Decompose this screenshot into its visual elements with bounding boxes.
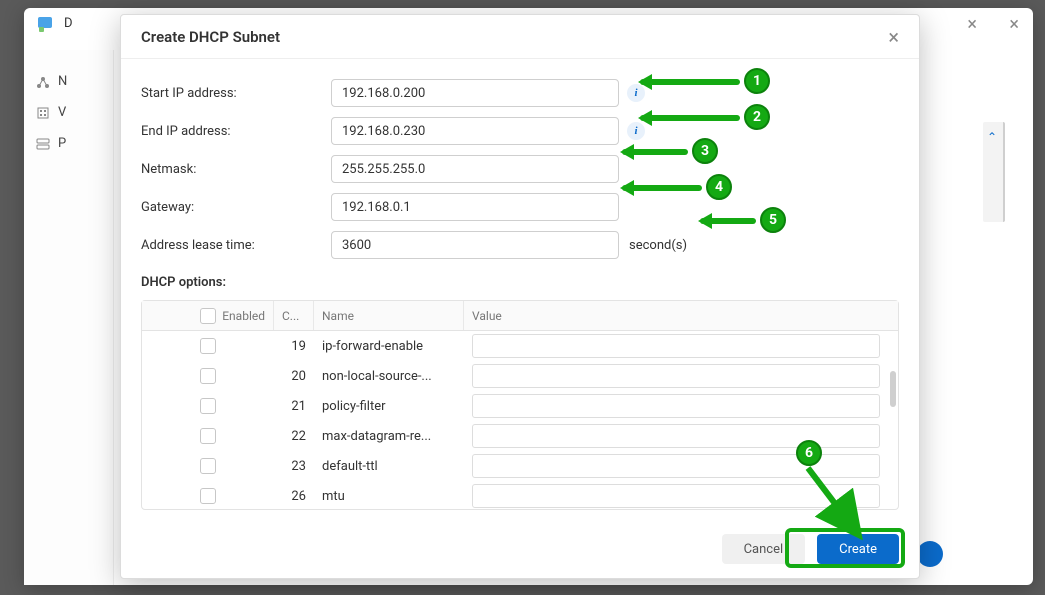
row-checkbox[interactable] xyxy=(200,458,216,474)
col-code[interactable]: C... xyxy=(274,301,314,330)
cell-name: max-datagram-re... xyxy=(314,429,464,444)
cell-name: non-local-source-... xyxy=(314,369,464,384)
cell-enabled xyxy=(142,428,274,444)
row-netmask: Netmask: xyxy=(141,155,899,183)
row-checkbox[interactable] xyxy=(200,398,216,414)
table-header: Enabled C... Name Value xyxy=(142,301,898,331)
col-enabled-label: Enabled xyxy=(222,309,265,323)
annotation-arrow-6 xyxy=(800,460,880,544)
chevron-up-icon[interactable]: ⌃ xyxy=(987,130,997,144)
annotation-badge-2: 2 xyxy=(744,104,770,130)
cell-name: mtu xyxy=(314,489,464,504)
cell-enabled xyxy=(142,458,274,474)
row-lease-time: Address lease time: second(s) xyxy=(141,231,899,259)
sidebar-item-network[interactable]: N xyxy=(24,66,113,97)
cell-enabled xyxy=(142,368,274,384)
cell-name: default-ttl xyxy=(314,459,464,474)
row-checkbox[interactable] xyxy=(200,428,216,444)
row-end-ip: End IP address: i xyxy=(141,117,899,145)
cell-code: 19 xyxy=(274,339,314,354)
server-icon xyxy=(36,137,50,151)
table-row: 26mtu xyxy=(142,481,898,509)
cell-value xyxy=(464,394,898,418)
col-enabled[interactable]: Enabled xyxy=(142,301,274,330)
bg-close-icon-2[interactable]: × xyxy=(967,14,977,35)
cell-enabled xyxy=(142,338,274,354)
label-gateway: Gateway: xyxy=(141,200,331,215)
cell-code: 21 xyxy=(274,399,314,414)
col-name[interactable]: Name xyxy=(314,301,464,330)
table-row: 22max-datagram-re... xyxy=(142,421,898,451)
dhcp-options-label: DHCP options: xyxy=(141,275,899,290)
input-netmask[interactable] xyxy=(331,155,619,183)
table-body: 19ip-forward-enable20non-local-source-..… xyxy=(142,331,898,509)
cell-code: 20 xyxy=(274,369,314,384)
scrollbar-thumb[interactable] xyxy=(890,371,896,407)
table-row: 23default-ttl xyxy=(142,451,898,481)
dialog-title: Create DHCP Subnet xyxy=(141,28,280,46)
cell-enabled xyxy=(142,488,274,504)
table-row: 20non-local-source-... xyxy=(142,361,898,391)
header-checkbox[interactable] xyxy=(200,308,216,324)
table-row: 21policy-filter xyxy=(142,391,898,421)
row-checkbox[interactable] xyxy=(200,368,216,384)
input-end-ip[interactable] xyxy=(331,117,619,145)
bg-close-icon[interactable]: × xyxy=(1009,14,1019,35)
row-checkbox[interactable] xyxy=(200,338,216,354)
option-value-input[interactable] xyxy=(472,364,880,388)
input-gateway[interactable] xyxy=(331,193,619,221)
sidebar-item-building[interactable]: V xyxy=(24,97,113,128)
cell-value xyxy=(464,364,898,388)
label-lease-time: Address lease time: xyxy=(141,238,331,253)
input-start-ip[interactable] xyxy=(331,79,619,107)
cell-value xyxy=(464,424,898,448)
cell-code: 23 xyxy=(274,459,314,474)
lease-time-suffix: second(s) xyxy=(629,238,687,253)
annotation-badge-3: 3 xyxy=(692,138,718,164)
sidebar-label: P xyxy=(58,136,66,151)
input-lease-time[interactable] xyxy=(331,231,619,259)
bg-title-1: D xyxy=(64,16,73,31)
table-row: 19ip-forward-enable xyxy=(142,331,898,361)
annotation-badge-1: 1 xyxy=(744,68,770,94)
background-sidebar: N V P xyxy=(24,50,114,585)
cell-name: ip-forward-enable xyxy=(314,339,464,354)
row-checkbox[interactable] xyxy=(200,488,216,504)
option-value-input[interactable] xyxy=(472,394,880,418)
building-icon xyxy=(36,106,50,120)
dhcp-options-table: Enabled C... Name Value 19ip-forward-ena… xyxy=(141,300,899,510)
option-value-input[interactable] xyxy=(472,334,880,358)
cell-enabled xyxy=(142,398,274,414)
cell-name: policy-filter xyxy=(314,399,464,414)
annotation-badge-5: 5 xyxy=(760,207,786,233)
cell-value xyxy=(464,334,898,358)
cell-code: 26 xyxy=(274,489,314,504)
label-netmask: Netmask: xyxy=(141,162,331,177)
label-end-ip: End IP address: xyxy=(141,124,331,139)
sidebar-label: N xyxy=(58,74,67,89)
row-start-ip: Start IP address: i xyxy=(141,79,899,107)
close-icon[interactable]: × xyxy=(888,25,899,49)
col-value[interactable]: Value xyxy=(464,301,898,330)
label-start-ip: Start IP address: xyxy=(141,86,331,101)
cell-code: 22 xyxy=(274,429,314,444)
annotation-badge-4: 4 xyxy=(706,174,732,200)
sidebar-label: V xyxy=(58,105,66,120)
sidebar-item-server[interactable]: P xyxy=(24,128,113,159)
network-icon xyxy=(36,75,50,89)
background-action-button[interactable] xyxy=(917,541,943,567)
dialog-header: Create DHCP Subnet × xyxy=(121,15,919,59)
app-icon xyxy=(36,14,56,34)
